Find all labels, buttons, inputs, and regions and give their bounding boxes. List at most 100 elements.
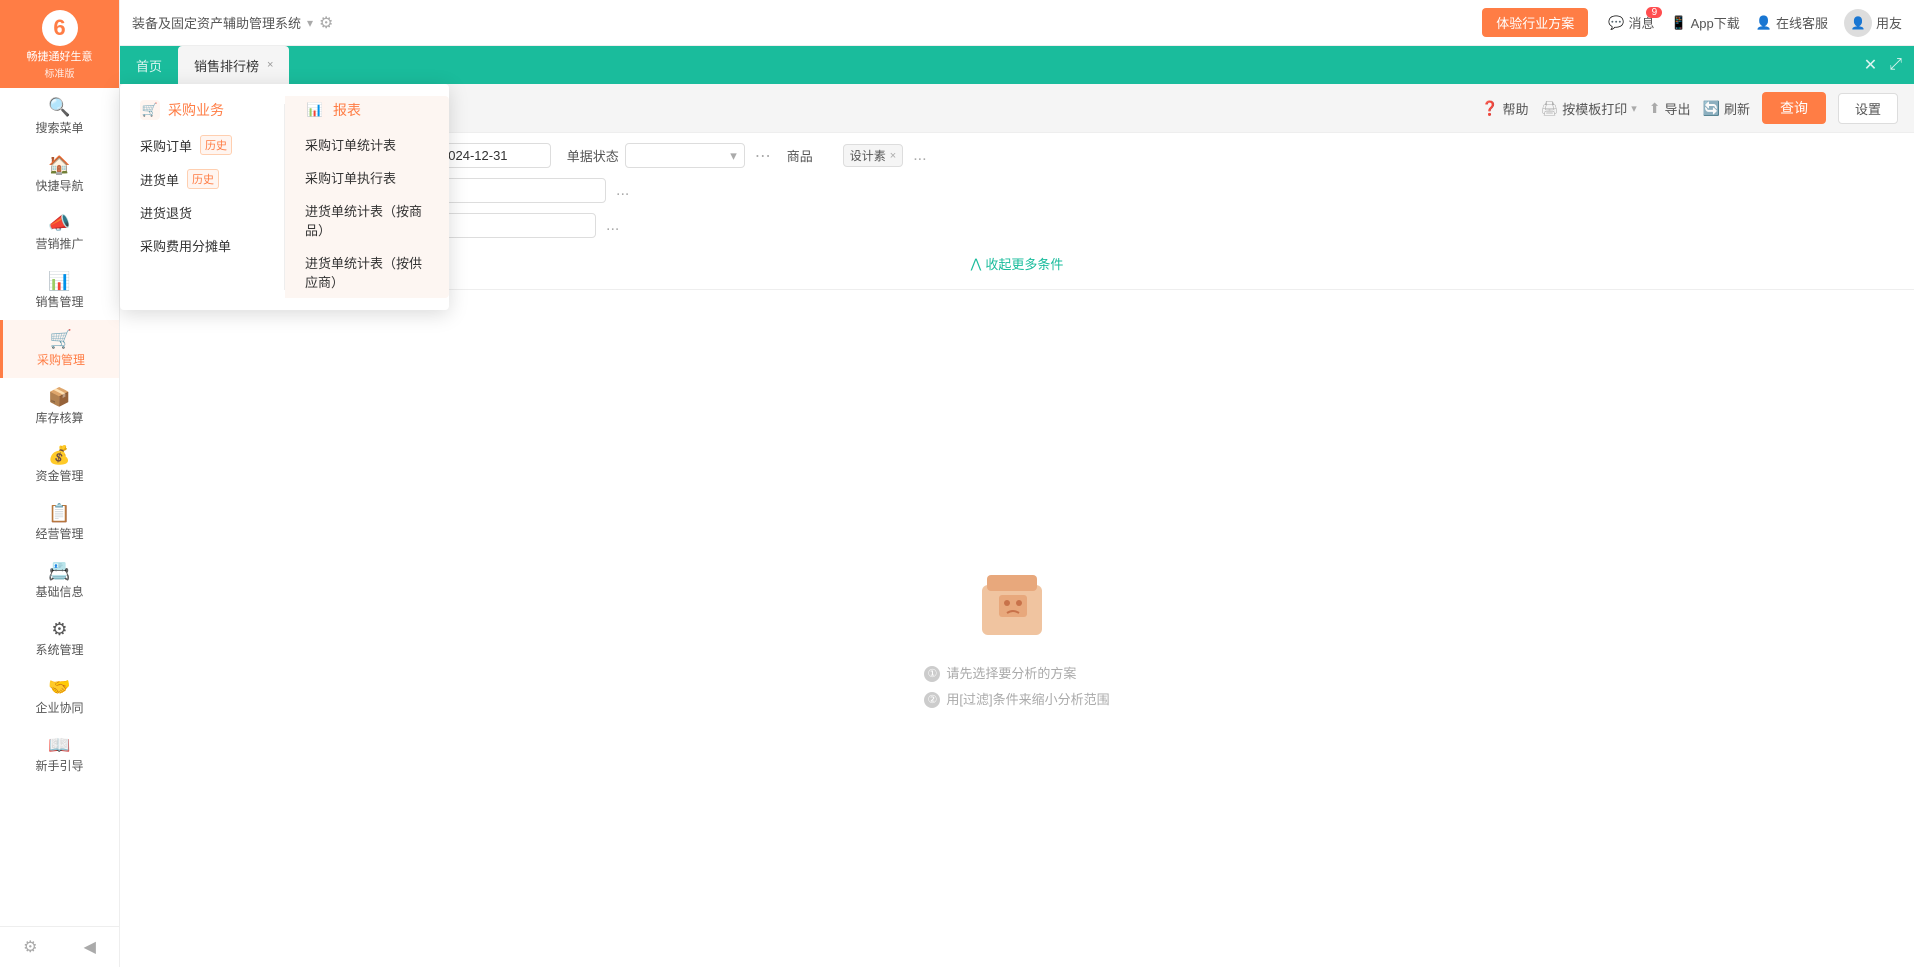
message-badge: 9 xyxy=(1646,7,1662,18)
export-icon: ⬆ xyxy=(1649,100,1661,117)
dropdown-purchase-title: 🛒 采购业务 xyxy=(132,96,272,128)
topbar-right: 💬 消息 9 📱 App下载 👤 在线客服 👤 用友 xyxy=(1608,9,1902,37)
topbar-settings-icon[interactable]: ⚙ xyxy=(319,13,333,33)
filter-doc-status: 单据状态 ⋯ xyxy=(567,143,771,168)
incoming-history: 历史 xyxy=(187,169,219,189)
topbar-user[interactable]: 👤 用友 xyxy=(1844,9,1902,37)
sidebar-logo: 6 畅捷通好生意 标准版 xyxy=(0,0,119,88)
avatar-icon: 👤 xyxy=(1851,16,1866,30)
logo-name: 畅捷通好生意 xyxy=(27,50,93,65)
sidebar-item-operations[interactable]: 📋 经营管理 xyxy=(0,494,119,552)
sidebar-item-system[interactable]: ⚙ 系统管理 xyxy=(0,610,119,668)
dropdown-report-col: 📊 报表 采购订单统计表 采购订单执行表 进货单统计表（按商品） 进货单统计表（… xyxy=(285,96,449,298)
export-label: 导出 xyxy=(1665,99,1691,118)
empty-svg xyxy=(967,545,1067,645)
doc-status-wrapper xyxy=(625,143,745,168)
dropdown-report-incoming-supplier[interactable]: 进货单统计表（按供应商） xyxy=(297,246,437,298)
sidebar-label-system: 系统管理 xyxy=(35,641,83,658)
search-icon: 🔍 xyxy=(48,98,70,116)
sidebar-item-basic[interactable]: 📇 基础信息 xyxy=(0,552,119,610)
dropdown-report-order-exec[interactable]: 采购订单执行表 xyxy=(297,161,437,194)
topbar-title-area: 装备及固定资产辅助管理系统 ▾ ⚙ xyxy=(132,13,1472,33)
collapse-btn[interactable]: ⋀ 收起更多条件 xyxy=(955,248,1080,279)
sidebar-label-guide: 新手引导 xyxy=(35,757,83,774)
goods-tag: 设计素 × xyxy=(843,144,903,167)
sidebar-item-finance[interactable]: 💰 资金管理 xyxy=(0,436,119,494)
sidebar-item-sales[interactable]: 📊 销售管理 xyxy=(0,262,119,320)
topbar-message-item[interactable]: 💬 消息 9 xyxy=(1608,13,1654,32)
phone-icon: 📱 xyxy=(1670,15,1686,31)
goods-dots[interactable]: ... xyxy=(913,147,926,165)
user-label: 用友 xyxy=(1876,13,1902,32)
dropdown-purchase-order[interactable]: 采购订单 历史 xyxy=(132,128,272,162)
filter-goods: 商品 设计素 × ... xyxy=(787,144,927,167)
report-section-label: 报表 xyxy=(333,100,361,120)
empty-text: ① 请先选择要分析的方案 ② 用[过滤]条件来缩小分析范围 xyxy=(924,661,1109,713)
tab-home[interactable]: 首页 xyxy=(120,46,178,84)
sidebar-item-search[interactable]: 🔍 搜索菜单 xyxy=(0,88,119,146)
dropdown-report-incoming-goods[interactable]: 进货单统计表（按商品） xyxy=(297,194,437,246)
dropdown-report-title: 📊 报表 xyxy=(297,96,437,128)
doc-status-dots[interactable]: ⋯ xyxy=(755,146,771,166)
dropdown-incoming[interactable]: 进货单 历史 xyxy=(132,162,272,196)
topbar-online-service[interactable]: 👤 在线客服 xyxy=(1756,13,1828,32)
settings-btn[interactable]: 设置 xyxy=(1838,93,1898,124)
sales-icon: 📊 xyxy=(48,272,70,290)
avatar: 👤 xyxy=(1844,9,1872,37)
logo-sub: 标准版 xyxy=(45,65,75,80)
step1-num: ① xyxy=(924,666,940,682)
basic-icon: 📇 xyxy=(48,562,70,580)
sidebar-item-quicknav[interactable]: 🏠 快捷导航 xyxy=(0,146,119,204)
help-label: 帮助 xyxy=(1502,99,1528,118)
sidebar-item-purchase[interactable]: 🛒 采购管理 xyxy=(0,320,119,378)
sidebar-label-basic: 基础信息 xyxy=(35,583,83,600)
sidebar-collapse-btn[interactable]: ◀ xyxy=(84,937,96,957)
incoming-label: 进货单 xyxy=(140,170,179,189)
customer-dots[interactable]: ... xyxy=(606,217,619,235)
finance-icon: 💰 xyxy=(48,446,70,464)
dropdown-report-order-stat[interactable]: 采购订单统计表 xyxy=(297,128,437,161)
sidebar-item-enterprise[interactable]: 🤝 企业协同 xyxy=(0,668,119,726)
print-btn[interactable]: 🖨 按模板打印 ▾ xyxy=(1540,99,1636,118)
tab-sales-rank[interactable]: 销售排行榜 × xyxy=(178,46,289,84)
empty-state: ① 请先选择要分析的方案 ② 用[过滤]条件来缩小分析范围 xyxy=(120,290,1914,967)
dropdown-overlay: 🛒 采购业务 采购订单 历史 进货单 历史 进货退货 采购费用分摊单 📊 xyxy=(120,84,449,310)
refresh-btn[interactable]: 🔄 刷新 xyxy=(1703,99,1750,118)
empty-step-2: ② 用[过滤]条件来缩小分析范围 xyxy=(924,687,1109,713)
goods-tag-close[interactable]: × xyxy=(890,150,896,162)
collapse-arrow-icon: ⋀ xyxy=(971,256,982,272)
sidebar-settings-btn[interactable]: ⚙ xyxy=(23,937,37,957)
help-btn[interactable]: ❓ 帮助 xyxy=(1481,99,1528,118)
window-close-btn[interactable]: ✕ xyxy=(1860,55,1881,75)
enterprise-icon: 🤝 xyxy=(48,678,70,696)
sidebar-label-quicknav: 快捷导航 xyxy=(35,177,83,194)
online-service-label: 在线客服 xyxy=(1776,13,1828,32)
purchase-section-icon: 🛒 xyxy=(140,100,160,120)
salesman-dots[interactable]: ... xyxy=(616,182,629,200)
topbar-app-download[interactable]: 📱 App下载 xyxy=(1670,13,1739,32)
sidebar-item-marketing[interactable]: 📣 营销推广 xyxy=(0,204,119,262)
report-section-icon: 📊 xyxy=(305,100,325,120)
industry-btn[interactable]: 体验行业方案 xyxy=(1482,8,1588,37)
sidebar-label-operations: 经营管理 xyxy=(35,525,83,542)
sidebar-item-guide[interactable]: 📖 新手引导 xyxy=(0,726,119,784)
window-restore-btn[interactable]: ⤢ xyxy=(1885,56,1906,74)
dropdown-return[interactable]: 进货退货 xyxy=(132,196,272,229)
dropdown-expense[interactable]: 采购费用分摊单 xyxy=(132,229,272,262)
tab-close-icon[interactable]: × xyxy=(267,59,273,71)
app-download-label: App下载 xyxy=(1691,13,1740,32)
toolbar-right: ❓ 帮助 🖨 按模板打印 ▾ ⬆ 导出 🔄 刷新 查询 设置 xyxy=(1481,92,1898,124)
doc-status-select[interactable] xyxy=(625,143,745,168)
topbar-dropdown-arrow[interactable]: ▾ xyxy=(307,16,313,30)
purchase-order-label: 采购订单 xyxy=(140,136,192,155)
export-btn[interactable]: ⬆ 导出 xyxy=(1649,99,1691,118)
guide-icon: 📖 xyxy=(48,736,70,754)
search-btn[interactable]: 查询 xyxy=(1762,92,1826,124)
empty-step-1: ① 请先选择要分析的方案 xyxy=(924,661,1109,687)
sidebar-item-inventory[interactable]: 📦 库存核算 xyxy=(0,378,119,436)
tabbar-actions: ✕ ⤢ xyxy=(1860,55,1914,75)
expense-label: 采购费用分摊单 xyxy=(140,236,231,255)
marketing-icon: 📣 xyxy=(48,214,70,232)
print-label: 按模板打印 xyxy=(1562,99,1627,118)
print-arrow-icon: ▾ xyxy=(1631,102,1637,115)
